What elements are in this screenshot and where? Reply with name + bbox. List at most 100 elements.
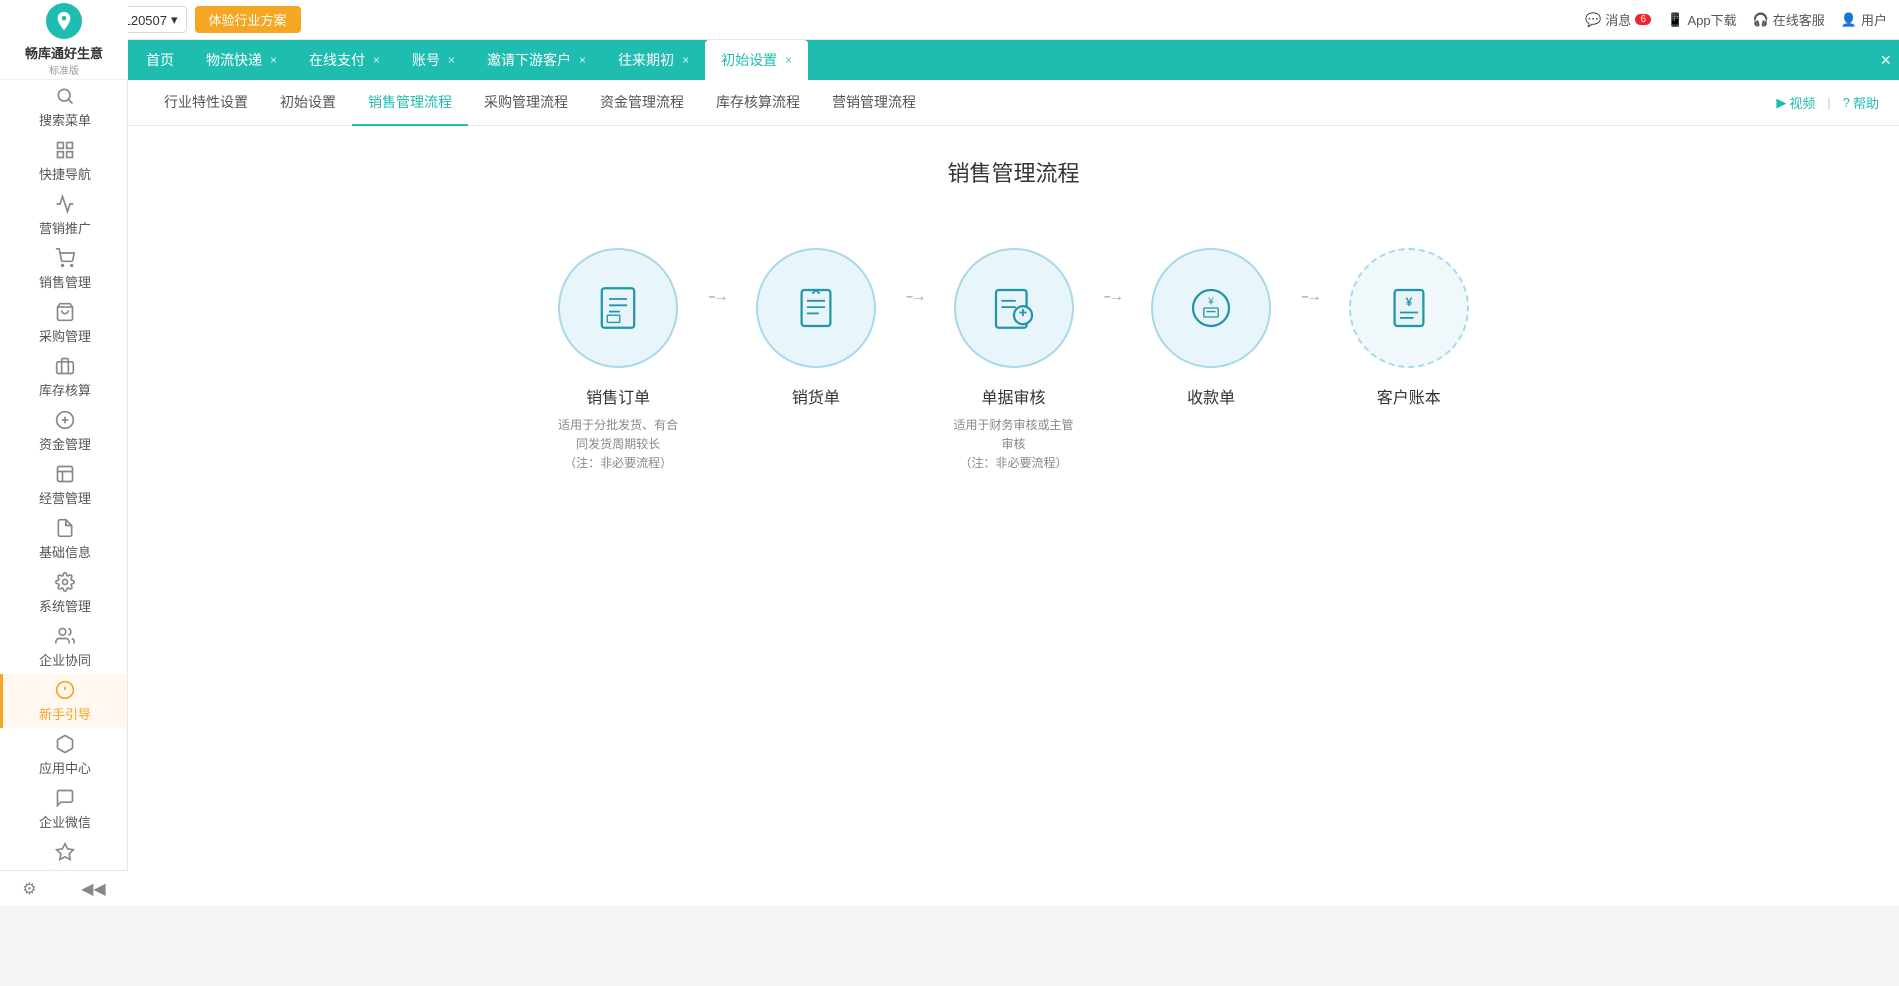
sidebar-item-basic[interactable]: 基础信息: [0, 512, 127, 566]
subtab-sales-flow[interactable]: 销售管理流程: [352, 80, 468, 126]
subtab-industry[interactable]: 行业特性设置: [148, 80, 264, 126]
divider: |: [1827, 95, 1830, 110]
tab-invite-label: 邀请下游客户: [487, 50, 571, 70]
tab-invite[interactable]: 邀请下游客户 ×: [471, 40, 602, 80]
flow-step-audit-desc: 适用于财务审核或主管审核（注：非必要流程）: [949, 416, 1079, 474]
flow-circle-audit: [954, 248, 1074, 368]
collapse-icon[interactable]: ◀◀: [81, 879, 106, 899]
flow-step-delivery: 销货单: [716, 248, 916, 416]
sidebar-item-cooperation[interactable]: 企业协同: [0, 620, 127, 674]
tab-period[interactable]: 往来期初 ×: [602, 40, 705, 80]
sidebar-item-cooperation-label: 企业协同: [39, 650, 91, 669]
sidebar-item-apps[interactable]: 应用中心: [0, 728, 127, 782]
flow-circle-account: ¥: [1349, 248, 1469, 368]
sidebar-item-finance[interactable]: 资金管理: [0, 404, 127, 458]
tab-account-label: 账号: [412, 50, 440, 70]
tab-period-label: 往来期初: [618, 50, 674, 70]
sidebar-item-quicknav[interactable]: 快捷导航: [0, 134, 127, 188]
tab-logistics[interactable]: 物流快递×: [190, 40, 293, 80]
tab-logistics-close[interactable]: ×: [270, 53, 277, 67]
sidebar-item-basic-label: 基础信息: [39, 542, 91, 561]
flow-step-receipt-title: 收款单: [1187, 384, 1235, 408]
sidebar-item-guide[interactable]: 新手引导: [0, 674, 127, 728]
tab-period-close[interactable]: ×: [682, 53, 689, 67]
sidebar-item-purchase-label: 采购管理: [39, 326, 91, 345]
nav-tabs: 首页 物流快递× 在线支付× 账号 × 邀请下游客户 × 往来期初 × 初始设置× ×: [0, 40, 1899, 80]
flow-step-sales-order-desc: 适用于分批发货、有合同发货周期较长（注：非必要流程）: [553, 416, 683, 474]
service-item[interactable]: 🎧 在线客服: [1753, 10, 1825, 29]
flow-diagram: 销售订单 适用于分批发货、有合同发货周期较长（注：非必要流程） --→: [148, 248, 1879, 474]
sidebar-item-finance-label: 资金管理: [39, 434, 91, 453]
sidebar-item-wechat-label: 企业微信: [39, 812, 91, 831]
sidebar-item-apps-label: 应用中心: [39, 758, 91, 777]
flow-circle-receipt: ¥: [1151, 248, 1271, 368]
user-menu-item[interactable]: 👤 用户: [1841, 10, 1887, 29]
sidebar-item-inventory[interactable]: 库存核算: [0, 350, 127, 404]
subtab-init[interactable]: 初始设置: [264, 80, 352, 126]
app-label: App下载: [1687, 10, 1736, 29]
message-label: 消息: [1605, 10, 1631, 29]
sub-tabs: 行业特性设置 初始设置 销售管理流程 采购管理流程 资金管理流程 库存核算流程 …: [128, 80, 1899, 126]
sidebar-item-wechat[interactable]: 企业微信: [0, 782, 127, 836]
subtab-purchase-flow[interactable]: 采购管理流程: [468, 80, 584, 126]
app-download-item[interactable]: 📱 App下载: [1667, 10, 1736, 29]
subtab-sales-flow-label: 销售管理流程: [368, 92, 452, 112]
help-icon: ?: [1843, 95, 1850, 110]
sidebar-item-sales[interactable]: 销售管理: [0, 242, 127, 296]
sidebar: 搜索菜单 快捷导航 营销推广 销售管理 采购管理 库存核算 资金管理 经营管理 …: [0, 80, 128, 870]
subtab-inventory-flow[interactable]: 库存核算流程: [700, 80, 816, 126]
user-menu-label: 用户: [1861, 10, 1887, 29]
sidebar-item-system[interactable]: 系统管理: [0, 566, 127, 620]
subtab-purchase-flow-label: 采购管理流程: [484, 92, 568, 112]
message-icon: 💬: [1585, 12, 1601, 28]
tab-payment[interactable]: 在线支付×: [293, 40, 396, 80]
sidebar-item-system-label: 系统管理: [39, 596, 91, 615]
sidebar-item-search-label: 搜索菜单: [39, 110, 91, 129]
sub-tabs-right: ▶ 视频 | ? 帮助: [1776, 93, 1879, 112]
logo-text: 畅库通好生意: [25, 43, 103, 62]
tab-account-close[interactable]: ×: [448, 53, 455, 67]
flow-circle-delivery: [756, 248, 876, 368]
tab-payment-close[interactable]: ×: [373, 53, 380, 67]
settings-icon[interactable]: ⚙: [22, 879, 36, 899]
sidebar-item-marketing[interactable]: 营销推广: [0, 188, 127, 242]
subtab-marketing-flow-label: 营销管理流程: [832, 92, 916, 112]
video-link[interactable]: ▶ 视频: [1776, 93, 1815, 112]
flow-step-account-title: 客户账本: [1377, 384, 1441, 408]
page-body: 销售管理流程 销售订单 适用于分批发货、有合同发货周期较长（注：非必要流程）: [128, 126, 1899, 504]
flow-step-receipt: ¥ 收款单: [1111, 248, 1311, 416]
dropdown-icon: ▾: [171, 12, 178, 28]
help-label: 帮助: [1853, 93, 1879, 112]
sidebar-item-search[interactable]: 搜索菜单: [0, 80, 127, 134]
service-label: 在线客服: [1773, 10, 1825, 29]
sidebar-item-member[interactable]: 畅会员: [0, 836, 127, 870]
flow-step-audit: 单据审核 适用于财务审核或主管审核（注：非必要流程）: [914, 248, 1114, 474]
main-content: 行业特性设置 初始设置 销售管理流程 采购管理流程 资金管理流程 库存核算流程 …: [128, 80, 1899, 906]
flow-step-sales-order-title: 销售订单: [586, 384, 650, 408]
flow-step-audit-title: 单据审核: [981, 384, 1045, 408]
message-item[interactable]: 💬 消息 6: [1585, 10, 1651, 29]
close-all-tabs[interactable]: ×: [1880, 50, 1891, 71]
sidebar-bottom: ⚙ ◀◀: [0, 870, 128, 906]
flow-circle-sales-order: [558, 248, 678, 368]
flow-step-sales-order: 销售订单 适用于分批发货、有合同发货周期较长（注：非必要流程）: [518, 248, 718, 474]
subtab-init-label: 初始设置: [280, 92, 336, 112]
help-link[interactable]: ? 帮助: [1843, 93, 1879, 112]
logo-sub: 标准版: [49, 62, 79, 77]
trial-button[interactable]: 体验行业方案: [195, 6, 301, 33]
app-icon: 📱: [1667, 12, 1683, 28]
sidebar-item-operation[interactable]: 经营管理: [0, 458, 127, 512]
service-icon: 🎧: [1753, 12, 1769, 28]
video-icon: ▶: [1776, 95, 1786, 111]
tab-home[interactable]: 首页: [130, 40, 190, 80]
tab-init-close[interactable]: ×: [785, 53, 792, 67]
tab-invite-close[interactable]: ×: [579, 53, 586, 67]
subtab-industry-label: 行业特性设置: [164, 92, 248, 112]
sidebar-item-purchase[interactable]: 采购管理: [0, 296, 127, 350]
tab-home-label: 首页: [146, 50, 174, 70]
tab-account[interactable]: 账号 ×: [396, 40, 471, 80]
subtab-finance-flow[interactable]: 资金管理流程: [584, 80, 700, 126]
sidebar-logo: 畅库通好生意 标准版: [0, 0, 128, 80]
tab-init[interactable]: 初始设置×: [705, 40, 808, 80]
subtab-marketing-flow[interactable]: 营销管理流程: [816, 80, 932, 126]
